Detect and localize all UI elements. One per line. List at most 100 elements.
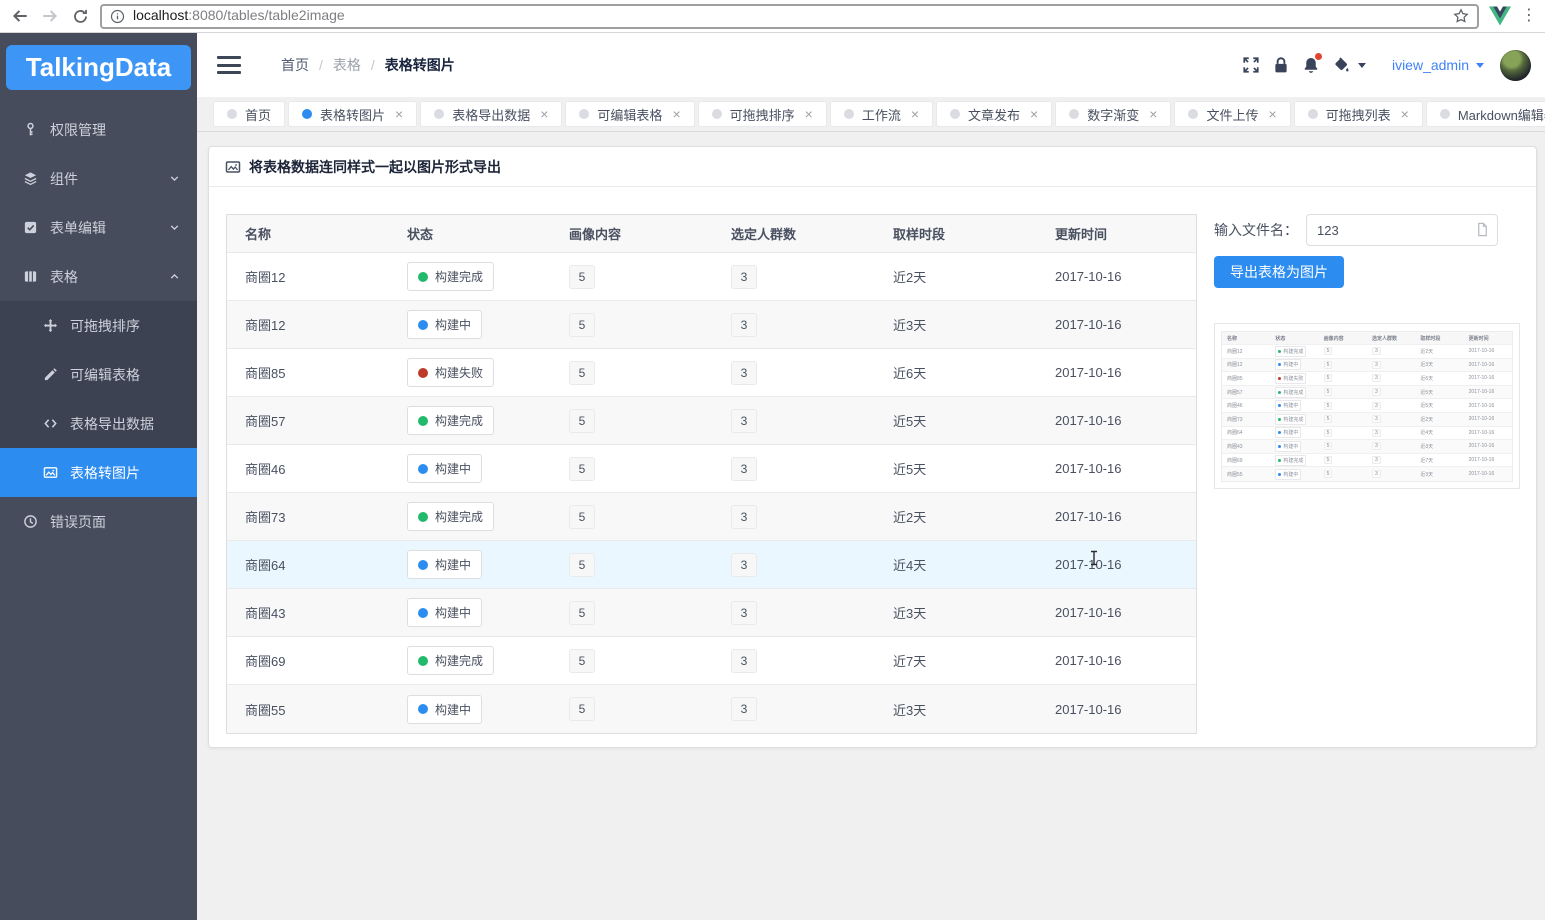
table-row[interactable]: 商圈55 构建中 5 3 近3天 2017-10-16: [227, 685, 1196, 733]
tab-4[interactable]: 可拖拽排序 ×: [697, 101, 827, 127]
avatar[interactable]: [1500, 49, 1531, 81]
preview-status-label: 构建中: [1283, 443, 1299, 450]
tab-3[interactable]: 可编辑表格 ×: [565, 101, 695, 127]
preview-name: 商圈12: [1227, 362, 1243, 369]
table-row[interactable]: 商圈69 构建完成 5 3 近7天 2017-10-16: [227, 637, 1196, 685]
tab-close-icon[interactable]: ×: [1149, 107, 1157, 121]
preview-name: 商圈73: [1227, 416, 1243, 423]
preview-status-label: 构建完成: [1283, 457, 1304, 464]
table-row[interactable]: 商圈85 构建失败 5 3 近6天 2017-10-16: [227, 349, 1196, 397]
table-row[interactable]: 商圈57 构建完成 5 3 近5天 2017-10-16: [227, 397, 1196, 445]
vue-devtools-icon[interactable]: [1489, 6, 1511, 26]
sidebar-item-0[interactable]: 权限管理: [0, 105, 197, 154]
table-row[interactable]: 商圈73 构建完成 5 3 近2天 2017-10-16: [227, 493, 1196, 541]
cell-portrait: 5: [551, 697, 713, 721]
column-header: 选定人群数: [731, 227, 797, 242]
table-row[interactable]: 商圈64 构建中 5 3 近4天 2017-10-16: [227, 541, 1196, 589]
preview-status: 构建完成: [1270, 345, 1318, 357]
sidebar-item-1[interactable]: 组件: [0, 154, 197, 203]
export-image-button[interactable]: 导出表格为图片: [1214, 256, 1344, 288]
bell-icon[interactable]: [1296, 50, 1326, 80]
preview-status-dot-icon: [1278, 417, 1282, 421]
portrait-count: 5: [569, 552, 595, 577]
sidebar-item-2[interactable]: 表单编辑: [0, 203, 197, 252]
filename-input[interactable]: [1306, 214, 1498, 246]
tab-6[interactable]: 文章发布 ×: [936, 101, 1053, 127]
preview-status: 构建完成: [1270, 413, 1318, 425]
preview-groups: 3: [1367, 428, 1415, 437]
cell-updated: 2017-10-16: [1055, 653, 1122, 668]
user-caret-icon: [1476, 62, 1484, 68]
tab-0[interactable]: 首页: [213, 101, 286, 127]
hamburger-icon[interactable]: [217, 56, 241, 74]
portrait-count: 5: [569, 697, 595, 721]
url-bar[interactable]: localhost:8080/tables/table2image: [100, 3, 1479, 29]
bookmark-star-icon[interactable]: [1453, 8, 1469, 24]
theme-caret-icon[interactable]: [1357, 62, 1366, 68]
sidebar-item-7[interactable]: 表格转图片: [0, 448, 197, 497]
theme-icon[interactable]: [1326, 50, 1356, 80]
breadcrumb-tables[interactable]: 表格: [333, 55, 361, 75]
tab-close-icon[interactable]: ×: [911, 107, 919, 121]
page-info-icon[interactable]: [110, 9, 125, 24]
browser-chrome: localhost:8080/tables/table2image ⋮: [0, 0, 1545, 33]
lock-icon[interactable]: [1266, 50, 1296, 80]
top-header: 首页 / 表格 / 表格转图片 iview_admin: [197, 33, 1545, 97]
status-badge: 构建失败: [407, 358, 495, 387]
sidebar-item-6[interactable]: 表格导出数据: [0, 399, 197, 448]
cell-updated: 2017-10-16: [1055, 461, 1122, 476]
cell-status: 构建完成: [389, 502, 551, 531]
back-icon[interactable]: [10, 6, 30, 26]
tab-close-icon[interactable]: ×: [1401, 107, 1409, 121]
tab-dot-icon: [950, 109, 961, 119]
tab-close-icon[interactable]: ×: [672, 107, 680, 121]
image-icon: [225, 160, 241, 173]
reload-icon[interactable]: [70, 6, 90, 26]
tab-7[interactable]: 数字渐变 ×: [1055, 101, 1172, 127]
tab-dot-icon: [434, 109, 445, 119]
table-row[interactable]: 商圈43 构建中 5 3 近3天 2017-10-16: [227, 589, 1196, 637]
sidebar-item-4[interactable]: 可拖拽排序: [0, 301, 197, 350]
preview-status-dot-icon: [1278, 349, 1282, 353]
tab-close-icon[interactable]: ×: [1268, 107, 1276, 121]
portrait-count: 5: [569, 648, 595, 673]
preview-row: 商圈73 构建完成 5 3 近2天 2017-10-16: [1222, 412, 1512, 427]
browser-menu-icon[interactable]: ⋮: [1521, 8, 1537, 24]
tab-1[interactable]: 表格转图片 ×: [288, 101, 418, 127]
preview-row: 商圈55 构建中 5 3 近3天 2017-10-16: [1222, 467, 1512, 481]
table-row[interactable]: 商圈12 构建中 5 3 近3天 2017-10-16: [227, 301, 1196, 349]
logo[interactable]: TalkingData: [6, 45, 191, 90]
tab-close-icon[interactable]: ×: [1030, 107, 1038, 121]
sidebar-item-3[interactable]: 表格: [0, 252, 197, 301]
filename-label: 输入文件名：: [1214, 222, 1298, 238]
tab-9[interactable]: 可拖拽列表 ×: [1293, 101, 1423, 127]
status-dot-icon: [418, 607, 428, 618]
sidebar-item-5[interactable]: 可编辑表格: [0, 350, 197, 399]
table-row[interactable]: 商圈12 构建完成 5 3 近2天 2017-10-16: [227, 253, 1196, 301]
tab-8[interactable]: 文件上传 ×: [1174, 101, 1291, 127]
status-dot-icon: [418, 463, 428, 474]
cell-portrait: 5: [551, 600, 713, 625]
tab-close-icon[interactable]: ×: [540, 107, 548, 121]
preview-updated: 2017-10-16: [1468, 375, 1495, 382]
sidebar: TalkingData 权限管理 组件表单编辑表格 可拖拽排序 可编辑表格 表格导出数据…: [0, 33, 197, 920]
cell-groups: 3: [713, 552, 875, 577]
sidebar-item-8[interactable]: 错误页面: [0, 497, 197, 546]
tab-10[interactable]: Markdown编辑器×: [1425, 101, 1545, 127]
tab-2[interactable]: 表格导出数据 ×: [420, 101, 563, 127]
status-dot-icon: [418, 415, 428, 426]
user-menu[interactable]: iview_admin: [1392, 57, 1484, 73]
tab-close-icon[interactable]: ×: [805, 107, 813, 121]
fullscreen-icon[interactable]: [1236, 50, 1266, 80]
cell-period: 近3天: [893, 318, 927, 333]
table-row[interactable]: 商圈46 构建中 5 3 近5天 2017-10-16: [227, 445, 1196, 493]
breadcrumb-home[interactable]: 首页: [281, 55, 309, 75]
text-cursor: [1091, 550, 1097, 566]
sidebar-item-label: 表单编辑: [50, 219, 106, 236]
column-header: 状态: [407, 227, 434, 242]
tab-5[interactable]: 工作流 ×: [829, 101, 934, 127]
groups-count: 3: [731, 408, 757, 433]
tab-close-icon[interactable]: ×: [395, 107, 403, 121]
status-dot-icon: [418, 319, 428, 330]
preview-period: 近3天: [1420, 471, 1434, 478]
